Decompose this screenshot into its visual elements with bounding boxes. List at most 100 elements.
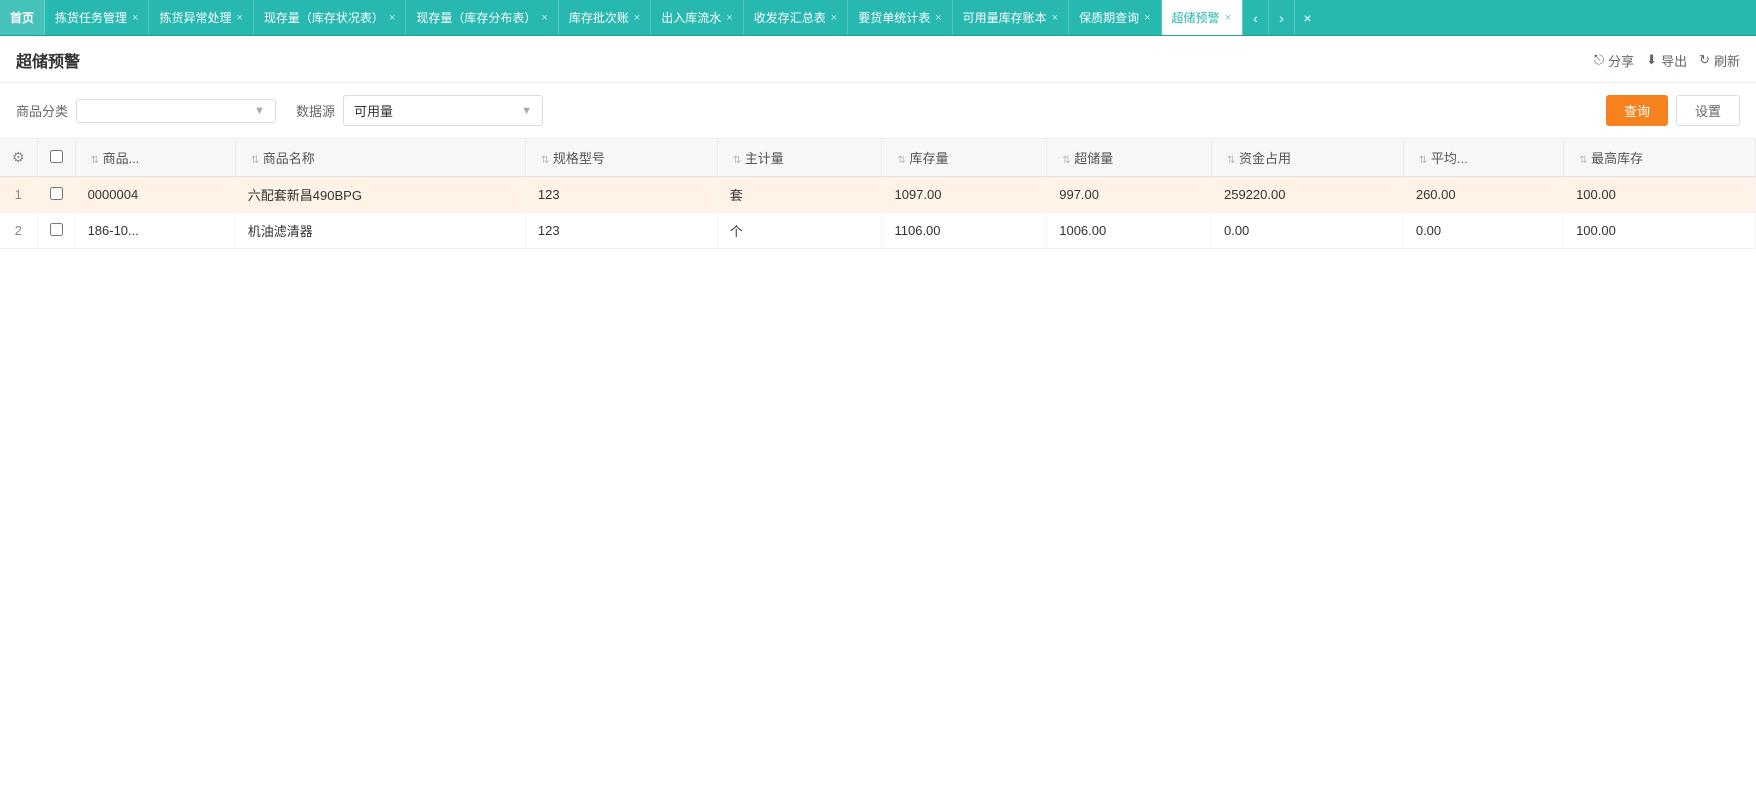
export-icon: ⬇: [1646, 52, 1657, 68]
col-gear: ⚙: [0, 139, 37, 177]
filter-area: 商品分类 ▼ 数据源 可用量 ▼ 查询 设置: [0, 83, 1756, 139]
sort-icon: ⇅: [541, 155, 549, 166]
header-actions: ⎋ 分享 ⬇ 导出 ↻ 刷新: [1594, 51, 1740, 70]
cell-capital: 259220.00: [1211, 177, 1403, 213]
cell-spec: 123: [525, 177, 717, 213]
sort-icon: ⇅: [733, 155, 741, 166]
cell-avg: 0.00: [1403, 213, 1563, 249]
nav-item-order-stats[interactable]: 要货单统计表 ×: [848, 0, 952, 35]
close-icon[interactable]: ×: [389, 12, 395, 24]
cell-stock: 1097.00: [882, 177, 1047, 213]
col-stock[interactable]: ⇅ 库存量: [882, 139, 1047, 177]
share-icon: ⎋: [1594, 52, 1604, 68]
sort-icon: ⇅: [1062, 155, 1070, 166]
close-icon[interactable]: ×: [634, 12, 640, 24]
sort-icon: ⇅: [251, 155, 259, 166]
sort-icon: ⇅: [897, 155, 905, 166]
top-navigation: 首页 拣货任务管理 × 拣货异常处理 × 现存量（库存状况表） × 现存量（库存…: [0, 0, 1756, 36]
chevron-down-icon: ▼: [521, 105, 532, 117]
col-product-name[interactable]: ⇅ 商品名称: [235, 139, 525, 177]
select-all-checkbox[interactable]: [50, 150, 63, 163]
datasource-label: 数据源: [296, 101, 335, 120]
page-header: 超储预警 ⎋ 分享 ⬇ 导出 ↻ 刷新: [0, 36, 1756, 83]
category-select[interactable]: ▼: [76, 99, 276, 123]
page-title: 超储预警: [16, 48, 80, 72]
col-select-all: [37, 139, 75, 177]
cell-avg: 260.00: [1403, 177, 1563, 213]
table-row: 1 0000004 六配套新昌490BPG 123 套 1097.00 997.…: [0, 177, 1756, 213]
cell-unit: 个: [717, 213, 882, 249]
sort-icon: ⇅: [1227, 155, 1235, 166]
cell-product-name: 机油滤清器: [235, 213, 525, 249]
cell-max-stock: 100.00: [1564, 213, 1756, 249]
close-icon[interactable]: ×: [541, 12, 547, 24]
row-checkbox-cell: [37, 213, 75, 249]
chevron-down-icon: ▼: [254, 105, 265, 117]
settings-button[interactable]: 设置: [1676, 95, 1740, 126]
nav-item-inout-flow[interactable]: 出入库流水 ×: [651, 0, 743, 35]
col-capital[interactable]: ⇅ 资金占用: [1211, 139, 1403, 177]
page-content: 超储预警 ⎋ 分享 ⬇ 导出 ↻ 刷新 商品分类 ▼ 数据源: [0, 36, 1756, 800]
col-spec[interactable]: ⇅ 规格型号: [525, 139, 717, 177]
nav-arrow-left[interactable]: ‹: [1242, 0, 1268, 35]
cell-product-name: 六配套新昌490BPG: [235, 177, 525, 213]
cell-spec: 123: [525, 213, 717, 249]
cell-stock: 1106.00: [882, 213, 1047, 249]
cell-product-code: 186-10...: [75, 213, 235, 249]
table-header-row: ⚙ ⇅ 商品... ⇅ 商品名称 ⇅ 规格型号: [0, 139, 1756, 177]
nav-item-overstock-warning[interactable]: 超储预警 ×: [1162, 0, 1242, 35]
table-wrapper: ⚙ ⇅ 商品... ⇅ 商品名称 ⇅ 规格型号: [0, 139, 1756, 249]
row-checkbox-cell: [37, 177, 75, 213]
col-product-code[interactable]: ⇅ 商品...: [75, 139, 235, 177]
nav-item-collect-summary[interactable]: 收发存汇总表 ×: [744, 0, 848, 35]
cell-max-stock: 100.00: [1564, 177, 1756, 213]
sort-icon: ⇅: [1579, 155, 1587, 166]
cell-product-code: 0000004: [75, 177, 235, 213]
close-icon[interactable]: ×: [831, 12, 837, 24]
row-checkbox[interactable]: [50, 223, 63, 236]
row-num: 2: [0, 213, 37, 249]
close-icon[interactable]: ×: [935, 12, 941, 24]
refresh-button[interactable]: ↻ 刷新: [1699, 51, 1740, 70]
nav-item-inventory-dist[interactable]: 现存量（库存分布表） ×: [406, 0, 558, 35]
cell-overstock: 1006.00: [1047, 213, 1212, 249]
nav-item-home[interactable]: 首页: [0, 0, 45, 35]
datasource-select[interactable]: 可用量 ▼: [343, 95, 543, 126]
overstock-table: ⚙ ⇅ 商品... ⇅ 商品名称 ⇅ 规格型号: [0, 139, 1756, 249]
row-checkbox[interactable]: [50, 187, 63, 200]
nav-item-available-ledger[interactable]: 可用量库存账本 ×: [953, 0, 1069, 35]
nav-item-abnormal[interactable]: 拣货异常处理 ×: [149, 0, 253, 35]
close-icon[interactable]: ×: [132, 12, 138, 24]
category-label: 商品分类: [16, 101, 68, 120]
query-button[interactable]: 查询: [1606, 95, 1668, 126]
sort-icon: ⇅: [1419, 155, 1427, 166]
category-filter: 商品分类 ▼: [16, 99, 276, 123]
gear-icon[interactable]: ⚙: [12, 149, 25, 165]
datasource-select-value: 可用量: [354, 101, 393, 120]
nav-arrow-close[interactable]: ×: [1294, 0, 1320, 35]
share-button[interactable]: ⎋ 分享: [1594, 51, 1634, 70]
nav-item-inventory-status[interactable]: 现存量（库存状况表） ×: [254, 0, 406, 35]
nav-item-task-mgmt[interactable]: 拣货任务管理 ×: [45, 0, 149, 35]
export-button[interactable]: ⬇ 导出: [1646, 51, 1687, 70]
close-icon[interactable]: ×: [1052, 12, 1058, 24]
col-max-stock[interactable]: ⇅ 最高库存: [1564, 139, 1756, 177]
col-avg[interactable]: ⇅ 平均...: [1403, 139, 1563, 177]
nav-arrow-right[interactable]: ›: [1268, 0, 1294, 35]
close-icon[interactable]: ×: [1144, 12, 1150, 24]
row-num: 1: [0, 177, 37, 213]
col-unit[interactable]: ⇅ 主计量: [717, 139, 882, 177]
refresh-icon: ↻: [1699, 52, 1710, 68]
filter-actions: 查询 设置: [1606, 95, 1740, 126]
cell-capital: 0.00: [1211, 213, 1403, 249]
sort-icon: ⇅: [91, 155, 99, 166]
table-row: 2 186-10... 机油滤清器 123 个 1106.00 1006.00 …: [0, 213, 1756, 249]
close-icon[interactable]: ×: [726, 12, 732, 24]
col-overstock[interactable]: ⇅ 超储量: [1047, 139, 1212, 177]
nav-item-quality-period[interactable]: 保质期查询 ×: [1069, 0, 1161, 35]
datasource-filter: 数据源 可用量 ▼: [296, 95, 543, 126]
close-icon[interactable]: ×: [236, 12, 242, 24]
nav-item-batch-ledger[interactable]: 库存批次账 ×: [559, 0, 651, 35]
close-icon[interactable]: ×: [1225, 12, 1231, 24]
cell-unit: 套: [717, 177, 882, 213]
